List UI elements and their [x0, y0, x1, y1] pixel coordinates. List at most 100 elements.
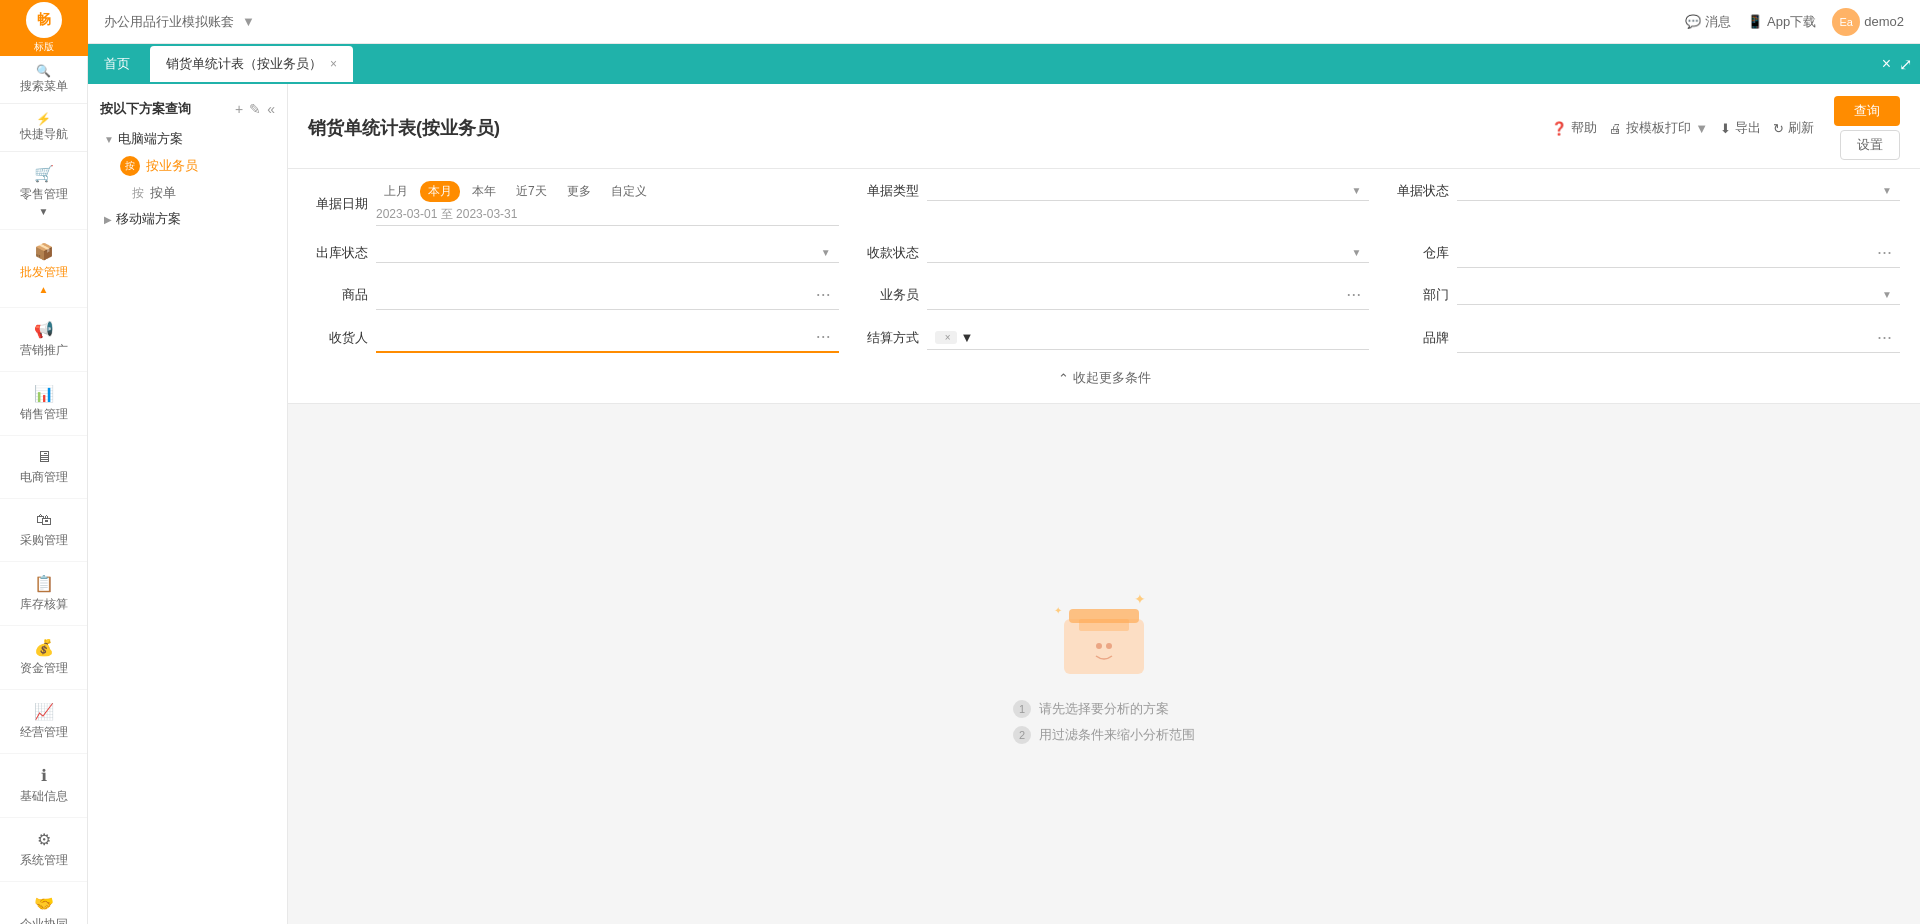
sidebar-quicknav[interactable]: ⚡ 快捷导航: [0, 104, 87, 152]
filter-salesperson: 业务员 ···: [839, 280, 1370, 310]
settle-tag-close[interactable]: ×: [945, 332, 951, 343]
sidebar-item-management[interactable]: 📈 经营管理: [0, 690, 87, 754]
tab-close-all-btn[interactable]: ×: [1882, 55, 1891, 73]
date-tab-custom[interactable]: 自定义: [603, 181, 655, 202]
pay-chevron: ▼: [1351, 247, 1361, 258]
empty-steps: 1 请先选择要分析的方案 2 用过滤条件来缩小分析范围: [1013, 700, 1195, 744]
order-type-label: 单据类型: [859, 182, 919, 200]
tab-current[interactable]: 销货单统计表（按业务员） ×: [150, 46, 353, 82]
order-type-select[interactable]: ▼: [927, 181, 1370, 201]
warehouse-select[interactable]: ···: [1457, 238, 1900, 268]
export-icon: ⬇: [1720, 121, 1731, 136]
logo: 畅 标版: [0, 0, 88, 56]
sidebar-item-wholesale[interactable]: 📦 批发管理 ▲: [0, 230, 87, 308]
date-tab-thisyear[interactable]: 本年: [464, 181, 504, 202]
tabbar: 首页 销货单统计表（按业务员） × × ⤢: [88, 44, 1920, 84]
basic-icon: ℹ: [41, 766, 47, 785]
print-btn[interactable]: 🖨 按模板打印 ▼: [1609, 119, 1708, 137]
sidebar-item-inventory[interactable]: 📋 库存核算: [0, 562, 87, 626]
sidebar-item-system[interactable]: ⚙ 系统管理: [0, 818, 87, 882]
management-icon: 📈: [34, 702, 54, 721]
svg-text:✦: ✦: [1054, 605, 1062, 616]
help-label: 帮助: [1571, 119, 1597, 137]
sidebar-search[interactable]: 🔍 搜索菜单: [0, 56, 87, 104]
logo-abbr: 畅: [37, 11, 51, 29]
left-panel: 按以下方案查询 + ✎ « ▼ 电脑端方案 按 按业务员 按 按单: [88, 84, 288, 924]
sidebar-item-sales[interactable]: 📊 销售管理: [0, 372, 87, 436]
retail-label: 零售管理: [20, 186, 68, 203]
date-tab-7days[interactable]: 近7天: [508, 181, 555, 202]
warehouse-label: 仓库: [1389, 244, 1449, 262]
app-download-btn[interactable]: 📱 App下载: [1747, 13, 1816, 31]
ecommerce-label: 电商管理: [20, 469, 68, 486]
sidebar-item-finance[interactable]: 💰 资金管理: [0, 626, 87, 690]
help-btn[interactable]: ❓ 帮助: [1551, 119, 1597, 137]
empty-step-2: 2 用过滤条件来缩小分析范围: [1013, 726, 1195, 744]
user-menu[interactable]: Ea demo2: [1832, 8, 1904, 36]
add-scheme-btn[interactable]: +: [235, 101, 243, 117]
query-button[interactable]: 查询: [1834, 96, 1900, 126]
inventory-label: 库存核算: [20, 596, 68, 613]
tab-close-btn[interactable]: ×: [330, 57, 337, 71]
sidebar-item-basic[interactable]: ℹ 基础信息: [0, 754, 87, 818]
filter-dept: 部门 ▼: [1369, 285, 1900, 305]
tab-current-label: 销货单统计表（按业务员）: [166, 55, 322, 73]
order-status-select[interactable]: ▼: [1457, 181, 1900, 201]
tab-home[interactable]: 首页: [88, 44, 146, 84]
pay-status-select[interactable]: ▼: [927, 243, 1370, 263]
set-button[interactable]: 设置: [1840, 130, 1900, 160]
tree-salesperson[interactable]: 按 按业务员: [88, 152, 287, 180]
export-btn[interactable]: ⬇ 导出: [1720, 119, 1761, 137]
step1-num: 1: [1013, 700, 1031, 718]
finance-icon: 💰: [34, 638, 54, 657]
left-panel-header: 按以下方案查询 + ✎ «: [88, 92, 287, 126]
company-dropdown-icon[interactable]: ▼: [242, 14, 255, 29]
tree-pc-section[interactable]: ▼ 电脑端方案: [88, 126, 287, 152]
query-btns: 查询 设置: [1826, 96, 1900, 160]
collapse-panel-btn[interactable]: «: [267, 101, 275, 117]
right-panel: 销货单统计表(按业务员) ❓ 帮助 🖨 按模板打印 ▼ ⬇ 导出: [288, 84, 1920, 924]
filter-date: 单据日期 上月 本月 本年 近7天 更多 自定义 2023-03-01 至 20…: [308, 181, 839, 226]
svg-point-5: [1096, 643, 1102, 649]
inventory-icon: 📋: [34, 574, 54, 593]
edit-scheme-btn[interactable]: ✎: [249, 101, 261, 117]
date-tab-thismonth[interactable]: 本月: [420, 181, 460, 202]
tree-mobile-section[interactable]: ▶ 移动端方案: [88, 206, 287, 232]
salesperson-select[interactable]: ···: [927, 280, 1370, 310]
step2-text: 用过滤条件来缩小分析范围: [1039, 726, 1195, 744]
basic-label: 基础信息: [20, 788, 68, 805]
goods-select[interactable]: ···: [376, 280, 839, 310]
tab-maximize-btn[interactable]: ⤢: [1899, 55, 1912, 74]
receiver-select[interactable]: ···: [376, 322, 839, 353]
message-btn[interactable]: 💬 消息: [1685, 13, 1731, 31]
dept-select[interactable]: ▼: [1457, 285, 1900, 305]
settle-select[interactable]: × ▼: [927, 326, 1370, 350]
by-order-label: 按单: [150, 184, 176, 202]
message-icon: 💬: [1685, 14, 1701, 29]
date-tab-more[interactable]: 更多: [559, 181, 599, 202]
salesperson-label: 业务员: [859, 286, 919, 304]
svg-point-6: [1106, 643, 1112, 649]
empty-state: ✦ ✦ 1 请先选择要分析的方案: [1013, 584, 1195, 744]
sidebar-item-enterprise[interactable]: 🤝 企业协同: [0, 882, 87, 924]
tree-mobile-label: 移动端方案: [116, 210, 181, 228]
retail-icon: 🛒: [34, 164, 54, 183]
refresh-btn[interactable]: ↻ 刷新: [1773, 119, 1814, 137]
sidebar-item-retail[interactable]: 🛒 零售管理 ▼: [0, 152, 87, 230]
filter-pay-status: 收款状态 ▼: [839, 243, 1370, 263]
collapse-btn[interactable]: ⌃ 收起更多条件: [1058, 369, 1151, 387]
brand-select[interactable]: ···: [1457, 323, 1900, 353]
date-tab-lastmonth[interactable]: 上月: [376, 181, 416, 202]
left-panel-title: 按以下方案查询: [100, 100, 191, 118]
filter-settle: 结算方式 × ▼: [839, 326, 1370, 350]
tree-by-order[interactable]: 按 按单: [88, 180, 287, 206]
sidebar-item-purchase[interactable]: 🛍 采购管理: [0, 499, 87, 562]
quicknav-icon: ⚡: [36, 112, 51, 126]
sidebar-item-ecommerce[interactable]: 🖥 电商管理: [0, 436, 87, 499]
filter-stock-status: 出库状态 ▼: [308, 243, 839, 263]
logo-label: 标版: [34, 40, 54, 54]
svg-rect-2: [1079, 619, 1129, 631]
salesperson-scheme-icon: 按: [120, 156, 140, 176]
sidebar-item-marketing[interactable]: 📢 营销推广: [0, 308, 87, 372]
stock-status-select[interactable]: ▼: [376, 243, 839, 263]
